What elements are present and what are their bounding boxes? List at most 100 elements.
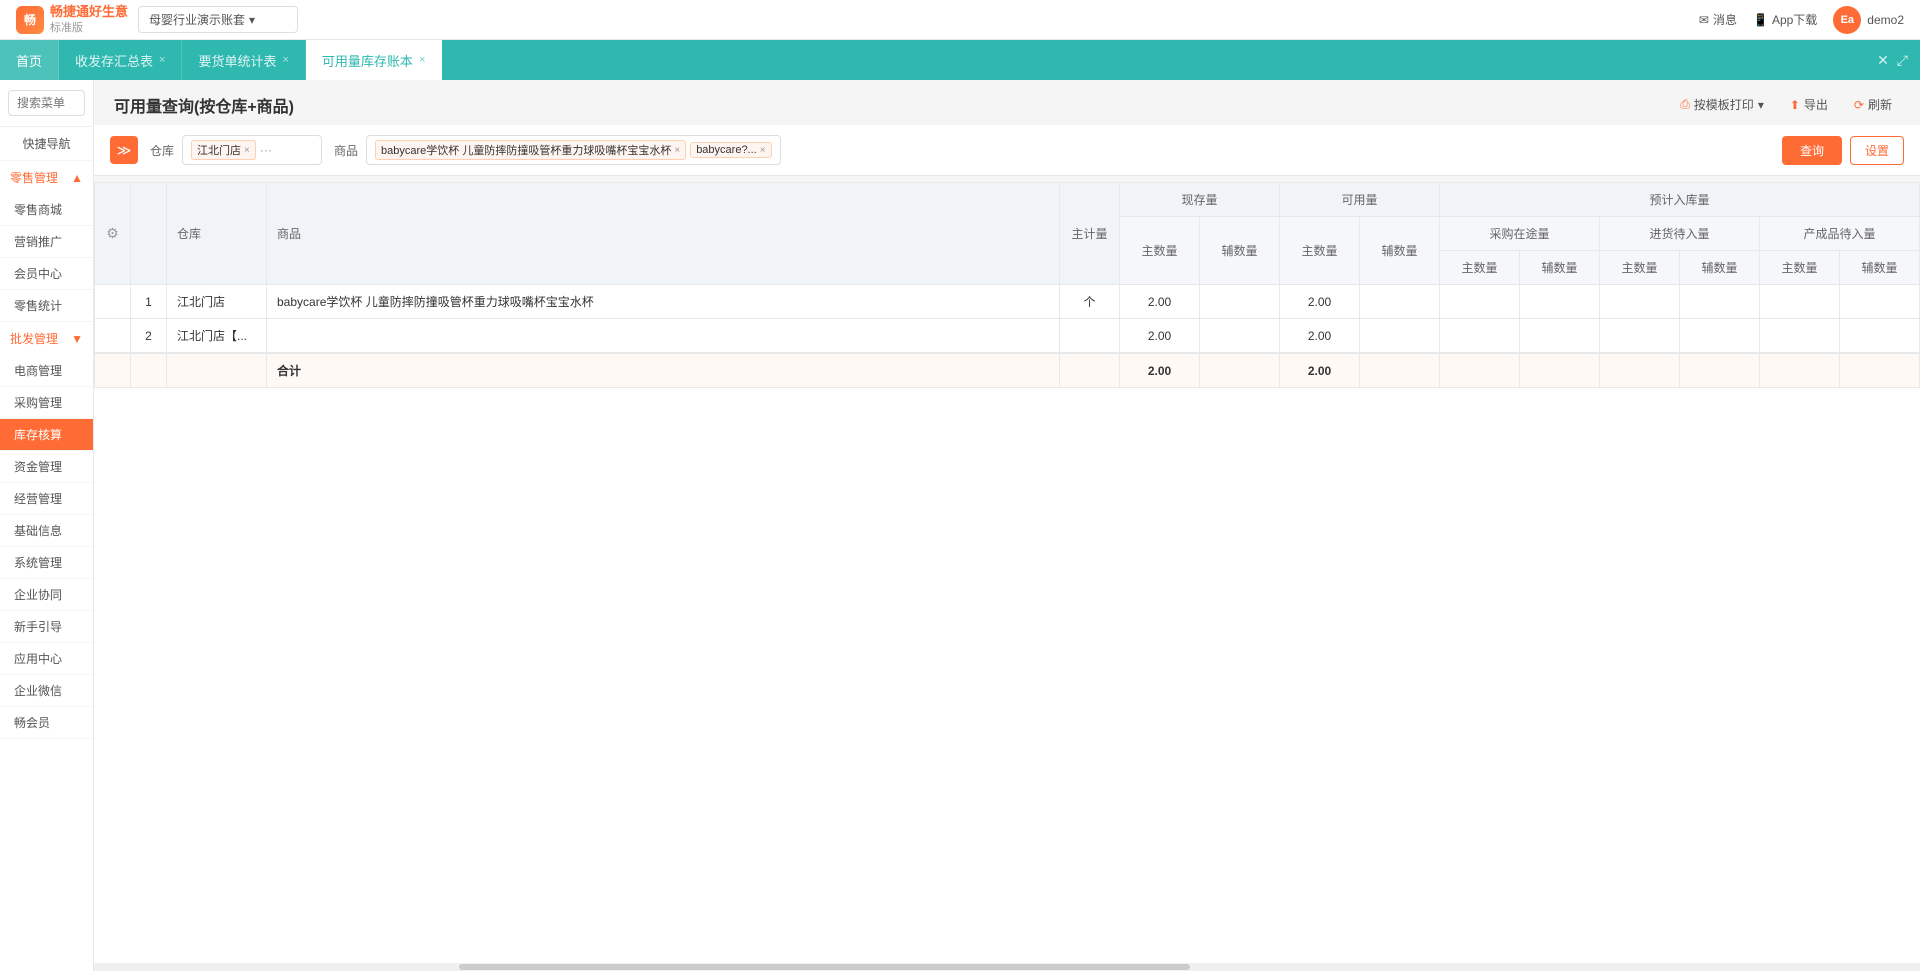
query-btn[interactable]: 查询 (1782, 136, 1842, 165)
app-icon: 📱 (1753, 13, 1768, 27)
sidebar-item-ecommerce[interactable]: 电商管理 (0, 355, 93, 387)
cell-inbound-main (1600, 319, 1680, 354)
message-action[interactable]: ✉ 消息 (1699, 11, 1737, 28)
cell-avail-aux (1360, 285, 1440, 319)
footer-cell-no (131, 353, 167, 388)
top-bar: 畅 畅捷通好生意 标准版 母婴行业演示账套 ▾ ✉ 消息 📱 App下载 Ea … (0, 0, 1920, 40)
cell-settings (95, 285, 131, 319)
filter-toggle-btn[interactable]: ≫ (110, 136, 138, 164)
tab-receipt-summary-label: 收发存汇总表 (75, 51, 153, 70)
main-layout: 快捷导航 零售管理 ▲ 零售商城 营销推广 会员中心 零售统计 批发管理 ▼ 电… (0, 80, 1920, 971)
refresh-icon: ⟳ (1854, 98, 1864, 112)
col-inbound-pending-header: 进货待入量 (1600, 217, 1760, 251)
app-download-action[interactable]: 📱 App下载 (1753, 11, 1817, 28)
cell-product: babycare学饮杯 儿童防摔防撞吸管杯重力球吸嘴杯宝宝水杯 (267, 285, 1060, 319)
sidebar-item-marketing[interactable]: 营销推广 (0, 226, 93, 258)
close-icon[interactable]: × (282, 54, 288, 66)
tag-close-icon[interactable]: × (244, 145, 250, 156)
product-filter: 商品 babycare学饮杯 儿童防摔防撞吸管杯重力球吸嘴杯宝宝水杯 × bab… (334, 135, 781, 165)
export-btn[interactable]: ⬆ 导出 (1782, 92, 1836, 117)
sidebar-item-system[interactable]: 系统管理 (0, 547, 93, 579)
tab-home[interactable]: 首页 (0, 40, 59, 80)
sidebar-item-app-center[interactable]: 应用中心 (0, 643, 93, 675)
logo-icon: 畅 (16, 6, 44, 34)
message-label: 消息 (1713, 11, 1737, 28)
sidebar-item-finance[interactable]: 资金管理 (0, 451, 93, 483)
cell-stock-aux (1200, 285, 1280, 319)
tab-receipt-summary[interactable]: 收发存汇总表 × (59, 40, 182, 80)
col-planned-inbound-header: 预计入库量 (1440, 183, 1920, 217)
sidebar: 快捷导航 零售管理 ▲ 零售商城 营销推广 会员中心 零售统计 批发管理 ▼ 电… (0, 80, 94, 971)
refresh-btn[interactable]: ⟳ 刷新 (1846, 92, 1900, 117)
settings-btn[interactable]: 设置 (1850, 136, 1904, 165)
sidebar-item-retail[interactable]: 零售管理 ▲ (0, 161, 93, 194)
cell-avail-aux (1360, 319, 1440, 354)
cell-stock-aux (1200, 319, 1280, 354)
maximize-icon[interactable]: ⤢ (1897, 52, 1908, 69)
warehouse-filter-value[interactable]: 江北门店 × ··· (182, 135, 322, 165)
close-icon[interactable]: × (419, 54, 425, 66)
footer-stock-main: 2.00 (1120, 353, 1200, 388)
logo-subtitle: 标准版 (50, 21, 128, 35)
sidebar-item-operations[interactable]: 经营管理 (0, 483, 93, 515)
data-table: ⚙ 仓库 商品 主计量 现存量 可用量 预计入库量 主数量 辅数量 主数量 (94, 182, 1920, 388)
page-title: 可用量查询(按仓库+商品) (114, 93, 294, 117)
page-header: 可用量查询(按仓库+商品) ⎙ 按模板打印 ▾ ⬆ 导出 ⟳ 刷新 (94, 80, 1920, 125)
tab-available-stock-label: 可用量库存账本 (322, 51, 413, 70)
sidebar-item-basic-info[interactable]: 基础信息 (0, 515, 93, 547)
chevron-down-icon: ▼ (71, 332, 83, 346)
close-icon[interactable]: × (159, 54, 165, 66)
sidebar-item-retail-mall[interactable]: 零售商城 (0, 194, 93, 226)
footer-products-main (1760, 353, 1840, 388)
cell-stock-main: 2.00 (1120, 319, 1200, 354)
cell-proc-main (1440, 319, 1520, 354)
tab-home-label: 首页 (16, 51, 42, 70)
sidebar-item-quick-nav[interactable]: 快捷导航 (0, 127, 93, 161)
product-filter-value[interactable]: babycare学饮杯 儿童防摔防撞吸管杯重力球吸嘴杯宝宝水杯 × babyca… (366, 135, 781, 165)
warehouse-filter: 仓库 江北门店 × ··· (150, 135, 322, 165)
scrollbar-thumb[interactable] (459, 964, 1189, 970)
table-row: 2 江北门店【... 2.00 2.00 (95, 319, 1920, 354)
filter-bar: ≫ 仓库 江北门店 × ··· 商品 babycare学饮杯 儿童防摔防撞吸管杯… (94, 125, 1920, 176)
col-settings: ⚙ (95, 183, 131, 285)
footer-products-aux (1840, 353, 1920, 388)
cell-products-main (1760, 285, 1840, 319)
export-icon: ⬆ (1790, 98, 1800, 112)
chevron-down-icon: ▾ (1758, 98, 1764, 112)
template-print-btn[interactable]: ⎙ 按模板打印 ▾ (1672, 92, 1772, 117)
footer-row: 合计 2.00 2.00 (95, 353, 1920, 388)
gear-icon[interactable]: ⚙ (106, 225, 119, 241)
cell-products-aux (1840, 285, 1920, 319)
tag-close-icon[interactable]: × (760, 145, 766, 156)
sidebar-item-enterprise-wechat[interactable]: 企业微信 (0, 675, 93, 707)
sidebar-item-wholesale[interactable]: 批发管理 ▼ (0, 322, 93, 355)
col-stock-main-header: 主数量 (1120, 217, 1200, 285)
product-tag-0: babycare学饮杯 儿童防摔防撞吸管杯重力球吸嘴杯宝宝水杯 × (375, 140, 686, 160)
tab-order-stats[interactable]: 要货单统计表 × (182, 40, 305, 80)
sidebar-item-procurement[interactable]: 采购管理 (0, 387, 93, 419)
col-proc-main-header: 主数量 (1440, 251, 1520, 285)
sidebar-item-inventory[interactable]: 库存核算 (0, 419, 93, 451)
cell-unit (1060, 319, 1120, 354)
col-products-aux-header: 辅数量 (1840, 251, 1920, 285)
sidebar-item-member2[interactable]: 畅会员 (0, 707, 93, 739)
col-warehouse-header: 仓库 (167, 183, 267, 285)
footer-unit (1060, 353, 1120, 388)
footer-avail-aux (1360, 353, 1440, 388)
footer-cell-settings (95, 353, 131, 388)
tab-available-stock[interactable]: 可用量库存账本 × (306, 40, 442, 80)
user-area[interactable]: Ea demo2 (1833, 6, 1904, 34)
close-all-icon[interactable]: ✕ (1877, 52, 1889, 69)
industry-selector[interactable]: 母婴行业演示账套 ▾ (138, 6, 298, 33)
tag-close-icon[interactable]: × (674, 145, 680, 156)
col-product-header: 商品 (267, 183, 1060, 285)
filter-more-icon[interactable]: ··· (260, 143, 272, 157)
sidebar-item-member[interactable]: 会员中心 (0, 258, 93, 290)
sidebar-item-retail-stats[interactable]: 零售统计 (0, 290, 93, 322)
horizontal-scrollbar[interactable] (94, 963, 1920, 971)
search-input[interactable] (8, 90, 85, 116)
industry-label: 母婴行业演示账套 (149, 11, 245, 28)
tabs-spacer (442, 40, 1865, 80)
sidebar-item-enterprise[interactable]: 企业协同 (0, 579, 93, 611)
sidebar-item-new-guide[interactable]: 新手引导 (0, 611, 93, 643)
